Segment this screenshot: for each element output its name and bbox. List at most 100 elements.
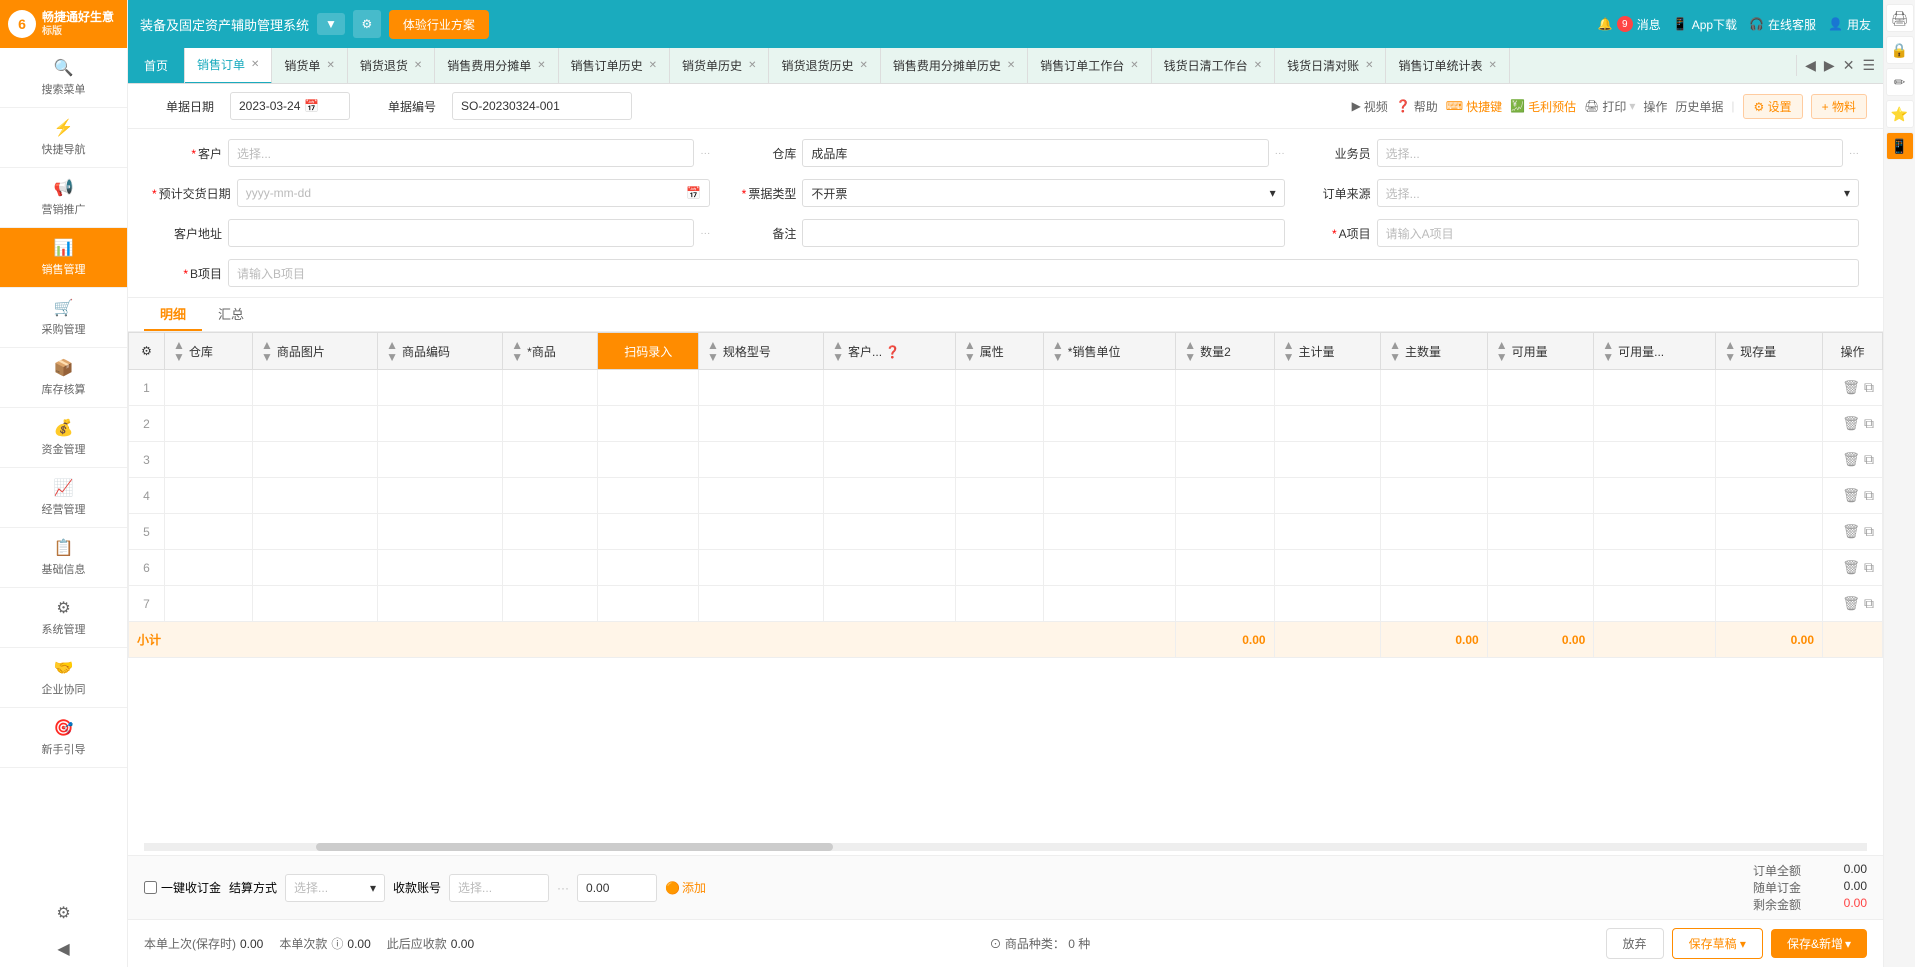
tab-2[interactable]: 销货单✕ xyxy=(272,48,347,84)
cell-7-2[interactable] xyxy=(253,586,378,622)
tab-close-5[interactable]: ✕ xyxy=(649,60,657,71)
cell-5-9[interactable] xyxy=(1043,514,1175,550)
tab-4[interactable]: 销售费用分摊单✕ xyxy=(435,48,558,84)
cell-6-10[interactable] xyxy=(1176,550,1274,586)
tab-next-btn[interactable]: ▶ xyxy=(1820,55,1839,76)
cell-7-1[interactable] xyxy=(165,586,253,622)
amount-input[interactable]: 0.00 xyxy=(577,874,657,902)
tab-8[interactable]: 销售费用分摊单历史✕ xyxy=(881,48,1028,84)
cell-2-8[interactable] xyxy=(955,406,1043,442)
copy-icon[interactable]: ⧉ xyxy=(1864,559,1874,576)
cell-1-8[interactable] xyxy=(955,370,1043,406)
right-icon-3[interactable]: ✏ xyxy=(1886,68,1914,96)
address-input[interactable] xyxy=(228,219,694,247)
tab-10[interactable]: 钱货日清工作台✕ xyxy=(1152,48,1275,84)
cell-4-5[interactable] xyxy=(598,478,699,514)
a-project-input[interactable]: 请输入A项目 xyxy=(1377,219,1859,247)
cell-6-15[interactable] xyxy=(1716,550,1823,586)
discard-btn[interactable]: 放弃 xyxy=(1606,928,1664,959)
cell-3-14[interactable] xyxy=(1594,442,1716,478)
copy-icon[interactable]: ⧉ xyxy=(1864,379,1874,396)
sidebar-settings[interactable]: ⚙ xyxy=(0,895,127,931)
tab-detail[interactable]: 明细 xyxy=(144,298,202,331)
one-click-checkbox[interactable]: 一键收订金 xyxy=(144,879,221,896)
col-settings[interactable]: ⚙ xyxy=(129,333,165,370)
tab-close-8[interactable]: ✕ xyxy=(1007,60,1015,71)
copy-icon[interactable]: ⧉ xyxy=(1864,415,1874,432)
cell-7-15[interactable] xyxy=(1716,586,1823,622)
cell-3-2[interactable] xyxy=(253,442,378,478)
cell-4-9[interactable] xyxy=(1043,478,1175,514)
sidebar-item-11[interactable]: 🎯 新手引导 xyxy=(0,708,127,768)
cell-1-9[interactable] xyxy=(1043,370,1175,406)
topbar-settings-btn[interactable]: ⚙ xyxy=(353,10,381,38)
cell-6-9[interactable] xyxy=(1043,550,1175,586)
tab-summary[interactable]: 汇总 xyxy=(202,298,260,331)
sidebar-item-7[interactable]: 📈 经营管理 xyxy=(0,468,127,528)
copy-icon[interactable]: ⧉ xyxy=(1864,523,1874,540)
col-scan[interactable]: 扫码录入 xyxy=(598,333,699,370)
cell-7-5[interactable] xyxy=(598,586,699,622)
cell-7-3[interactable] xyxy=(378,586,503,622)
cell-7-11[interactable] xyxy=(1274,586,1381,622)
cell-1-3[interactable] xyxy=(378,370,503,406)
cell-1-7[interactable] xyxy=(824,370,956,406)
delete-icon[interactable]: 🗑 xyxy=(1842,559,1860,576)
cell-7-8[interactable] xyxy=(955,586,1043,622)
shortcut-btn[interactable]: ⌨ 快捷键 xyxy=(1446,98,1502,115)
salesperson-input[interactable]: 选择... xyxy=(1377,139,1843,167)
single-no-input[interactable]: SO-20230324-001 xyxy=(452,92,632,120)
sidebar-item-8[interactable]: 📋 基础信息 xyxy=(0,528,127,588)
cell-2-12[interactable] xyxy=(1381,406,1488,442)
cell-7-12[interactable] xyxy=(1381,586,1488,622)
cell-6-4[interactable] xyxy=(503,550,598,586)
cell-2-11[interactable] xyxy=(1274,406,1381,442)
sidebar-item-9[interactable]: ⚙ 系统管理 xyxy=(0,588,127,648)
customer-input[interactable]: 选择... xyxy=(228,139,694,167)
cell-4-14[interactable] xyxy=(1594,478,1716,514)
cell-5-3[interactable] xyxy=(378,514,503,550)
sidebar-item-4[interactable]: 🛒 采购管理 xyxy=(0,288,127,348)
cell-1-1[interactable] xyxy=(165,370,253,406)
cell-3-1[interactable] xyxy=(165,442,253,478)
delete-icon[interactable]: 🗑 xyxy=(1842,523,1860,540)
cell-5-13[interactable] xyxy=(1487,514,1594,550)
copy-icon[interactable]: ⧉ xyxy=(1864,595,1874,612)
cell-3-8[interactable] xyxy=(955,442,1043,478)
tab-close-all-btn[interactable]: ✕ xyxy=(1839,55,1859,76)
cell-5-10[interactable] xyxy=(1176,514,1274,550)
cell-4-10[interactable] xyxy=(1176,478,1274,514)
receipt-no-select[interactable]: 选择... xyxy=(449,874,549,902)
add-material-btn[interactable]: + 物料 xyxy=(1811,94,1867,119)
cell-3-5[interactable] xyxy=(598,442,699,478)
cell-6-11[interactable] xyxy=(1274,550,1381,586)
cell-6-13[interactable] xyxy=(1487,550,1594,586)
cell-2-7[interactable] xyxy=(824,406,956,442)
cell-5-8[interactable] xyxy=(955,514,1043,550)
cell-7-10[interactable] xyxy=(1176,586,1274,622)
right-icon-4[interactable]: ⭐ xyxy=(1886,100,1914,128)
right-icon-2[interactable]: 🔒 xyxy=(1886,36,1914,64)
order-source-select[interactable]: 选择... ▾ xyxy=(1377,179,1859,207)
tab-3[interactable]: 销货退货✕ xyxy=(348,48,435,84)
cell-2-4[interactable] xyxy=(503,406,598,442)
cell-4-11[interactable] xyxy=(1274,478,1381,514)
table-scrollbar[interactable] xyxy=(128,839,1883,855)
tab-5[interactable]: 销售订单历史✕ xyxy=(559,48,670,84)
delete-icon[interactable]: 🗑 xyxy=(1842,487,1860,504)
app-download-btn[interactable]: 📱 App下载 xyxy=(1673,16,1737,33)
sidebar-item-2[interactable]: 📢 营销推广 xyxy=(0,168,127,228)
cell-1-14[interactable] xyxy=(1594,370,1716,406)
cell-3-11[interactable] xyxy=(1274,442,1381,478)
cell-4-6[interactable] xyxy=(699,478,824,514)
tab-1[interactable]: 销售订单✕ xyxy=(185,48,272,84)
sidebar-item-6[interactable]: 💰 资金管理 xyxy=(0,408,127,468)
cell-4-7[interactable] xyxy=(824,478,956,514)
cell-3-3[interactable] xyxy=(378,442,503,478)
cell-6-6[interactable] xyxy=(699,550,824,586)
tab-close-9[interactable]: ✕ xyxy=(1130,60,1138,71)
save-new-btn[interactable]: 保存&新增 ▾ xyxy=(1771,929,1867,958)
cell-1-5[interactable] xyxy=(598,370,699,406)
cell-1-4[interactable] xyxy=(503,370,598,406)
cell-4-15[interactable] xyxy=(1716,478,1823,514)
